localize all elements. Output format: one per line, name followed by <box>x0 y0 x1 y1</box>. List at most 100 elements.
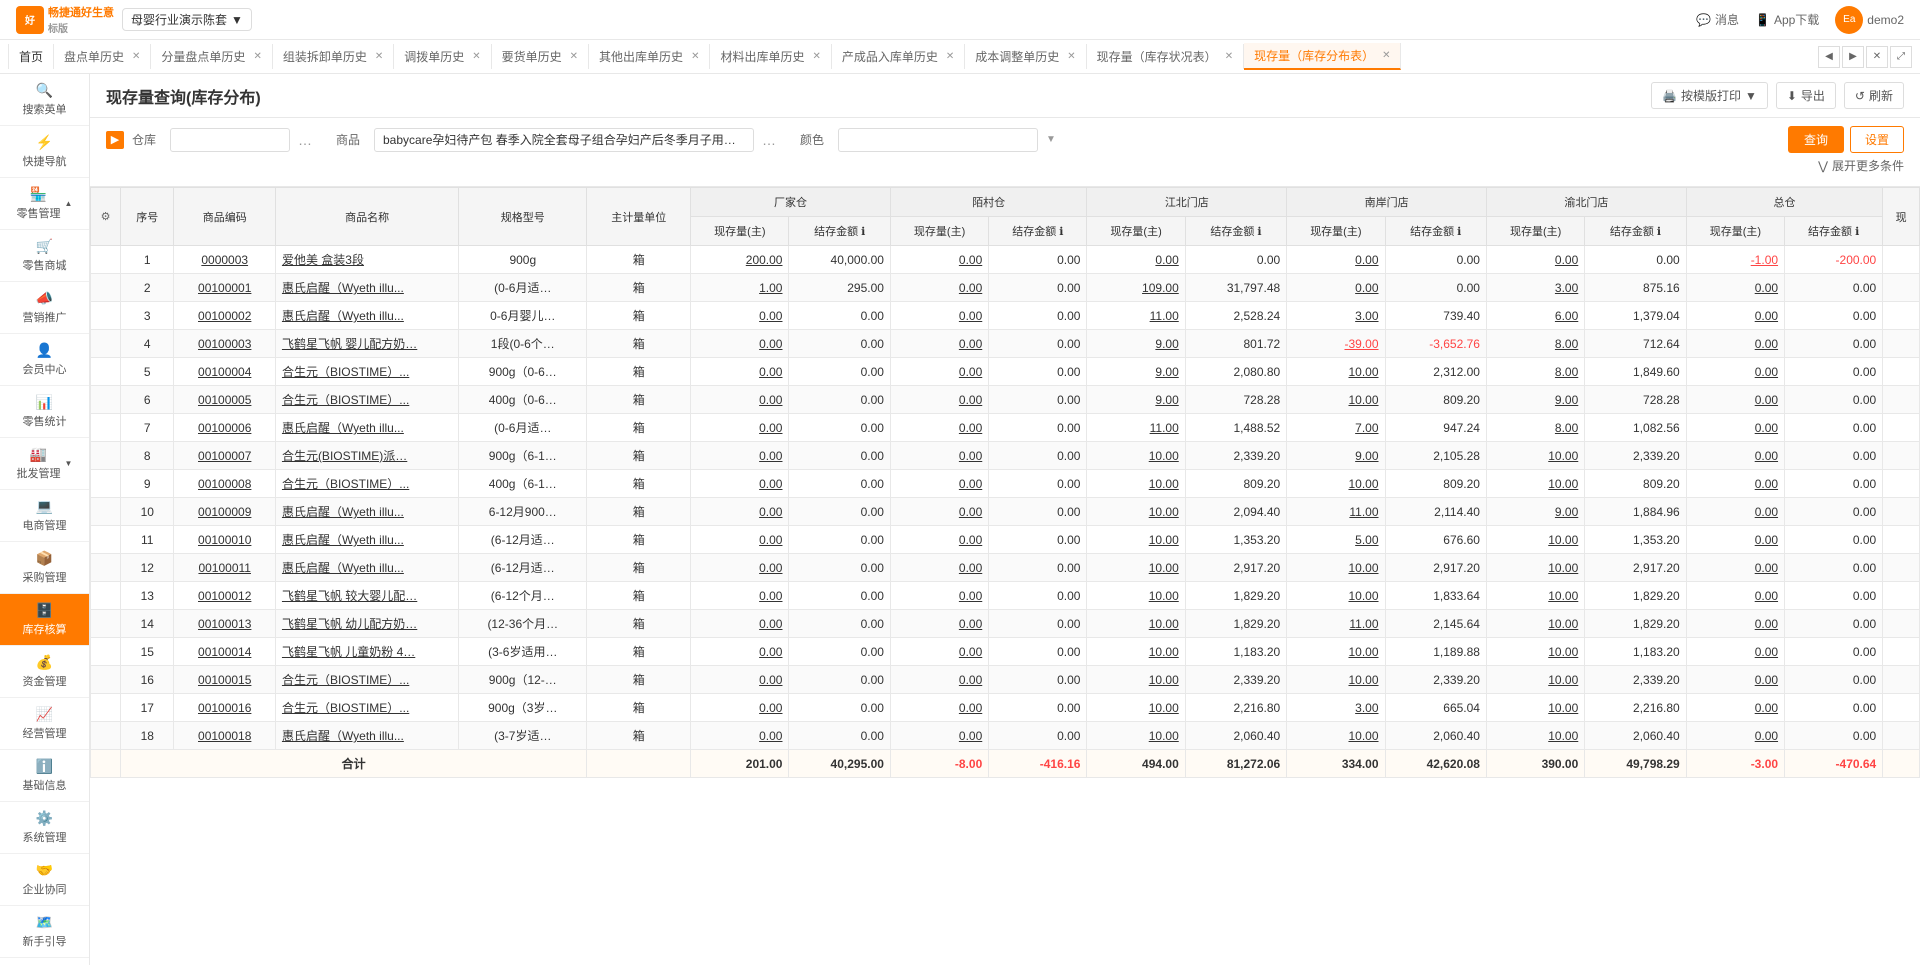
sidebar-item-quick-nav[interactable]: ⚡ 快捷导航 <box>0 126 89 178</box>
tab-cost-adjust[interactable]: 成本调整单历史 ✕ <box>965 44 1086 69</box>
sidebar-item-basics[interactable]: ℹ️ 基础信息 <box>0 750 89 802</box>
close-icon[interactable]: ✕ <box>1225 51 1233 62</box>
product-name[interactable]: 惠氏启醒（Wyeth illu... <box>275 274 458 302</box>
expand-conditions-btn[interactable]: ⋁ 展开更多条件 <box>1818 157 1904 174</box>
product-code[interactable]: 00100004 <box>174 358 275 386</box>
tab-other-out[interactable]: 其他出库单历史 ✕ <box>589 44 710 69</box>
product-code[interactable]: 00100006 <box>174 414 275 442</box>
col-gear[interactable]: ⚙ <box>91 188 121 246</box>
nav-close-btn[interactable]: ✕ <box>1866 46 1888 68</box>
sidebar-item-finance[interactable]: 💰 资金管理 <box>0 646 89 698</box>
color-dropdown-icon[interactable]: ▼ <box>1046 134 1056 145</box>
tab-product-in[interactable]: 产成品入库单历史 ✕ <box>832 44 965 69</box>
nav-next-btn[interactable]: ▶ <box>1842 46 1864 68</box>
nav-prev-btn[interactable]: ◀ <box>1818 46 1840 68</box>
product-code[interactable]: 00100001 <box>174 274 275 302</box>
product-code[interactable]: 00100012 <box>174 582 275 610</box>
product-name[interactable]: 惠氏启醒（Wyeth illu... <box>275 722 458 750</box>
messages-btn[interactable]: 💬 消息 <box>1696 11 1739 28</box>
sidebar-item-guide[interactable]: 🗺️ 新手引导 <box>0 906 89 958</box>
sidebar-item-marketing[interactable]: 📣 营销推广 <box>0 282 89 334</box>
product-name[interactable]: 合生元（BIOSTIME）... <box>275 666 458 694</box>
tab-stock-single[interactable]: 盘点单历史 ✕ <box>54 44 151 69</box>
expand-toggle[interactable]: ▶ <box>106 131 124 149</box>
tab-home[interactable]: 首页 <box>8 44 54 69</box>
tab-order-pick[interactable]: 要货单历史 ✕ <box>492 44 589 69</box>
product-name[interactable]: 爱他美 盒装3段 <box>275 246 458 274</box>
close-icon[interactable]: ✕ <box>472 51 480 62</box>
table-container[interactable]: ⚙ 序号 商品编码 商品名称 规格型号 主计量单位 厂家仓 陌村仓 江北门店 南… <box>90 187 1920 965</box>
close-icon[interactable]: ✕ <box>1382 50 1390 61</box>
color-input[interactable] <box>838 128 1038 152</box>
product-name[interactable]: 飞鹤星飞帆 幼儿配方奶… <box>275 610 458 638</box>
product-name[interactable]: 合生元（BIOSTIME）... <box>275 386 458 414</box>
sidebar-item-wholesale[interactable]: 🏭 批发管理 ▼ <box>0 438 89 490</box>
nav-expand-btn[interactable]: ⤢ <box>1890 46 1912 68</box>
product-code[interactable]: 00100007 <box>174 442 275 470</box>
sidebar-item-ecommerce[interactable]: 💻 电商管理 <box>0 490 89 542</box>
sidebar-item-system[interactable]: ⚙️ 系统管理 <box>0 802 89 854</box>
warehouse-input[interactable] <box>170 128 290 152</box>
product-name[interactable]: 合生元（BIOSTIME）... <box>275 694 458 722</box>
product-name[interactable]: 合生元(BIOSTIME)派… <box>275 442 458 470</box>
product-name[interactable]: 合生元（BIOSTIME）... <box>275 470 458 498</box>
product-code[interactable]: 00100014 <box>174 638 275 666</box>
product-name[interactable]: 飞鹤星飞帆 婴儿配方奶… <box>275 330 458 358</box>
close-icon[interactable]: ✕ <box>570 51 578 62</box>
product-name[interactable]: 惠氏启醒（Wyeth illu... <box>275 414 458 442</box>
print-btn[interactable]: 🖨️ 按模版打印 ▼ <box>1651 82 1768 109</box>
product-name[interactable]: 惠氏启醒（Wyeth illu... <box>275 526 458 554</box>
sidebar-item-enterprise[interactable]: 🤝 企业协同 <box>0 854 89 906</box>
user-avatar[interactable]: Ea demo2 <box>1835 6 1904 34</box>
gear-icon[interactable]: ⚙ <box>101 211 111 223</box>
sidebar-item-apps[interactable]: 📲 应用中心 <box>0 958 89 965</box>
product-code[interactable]: 00100010 <box>174 526 275 554</box>
sidebar-item-search[interactable]: 🔍 搜索英单 <box>0 74 89 126</box>
sidebar-item-purchase[interactable]: 📦 采购管理 <box>0 542 89 594</box>
product-name[interactable]: 飞鹤星飞帆 儿童奶粉 4… <box>275 638 458 666</box>
product-name[interactable]: 飞鹤星飞帆 较大婴儿配… <box>275 582 458 610</box>
sidebar-item-operations[interactable]: 📈 经营管理 <box>0 698 89 750</box>
warehouse-more-btn[interactable]: … <box>298 132 312 148</box>
tab-stock-status[interactable]: 现存量（库存状况表） ✕ <box>1087 44 1244 69</box>
refresh-btn[interactable]: ↺ 刷新 <box>1844 82 1904 109</box>
product-input[interactable] <box>374 128 754 152</box>
sidebar-item-retail-store[interactable]: 🛒 零售商城 <box>0 230 89 282</box>
export-btn[interactable]: ⬇ 导出 <box>1776 82 1836 109</box>
tab-stock-dist[interactable]: 现存量（库存分布表） ✕ <box>1244 43 1401 70</box>
industry-select[interactable]: 母婴行业演示陈套 ▼ <box>122 8 252 31</box>
product-code[interactable]: 00100005 <box>174 386 275 414</box>
settings-btn[interactable]: 设置 <box>1850 126 1904 153</box>
close-icon[interactable]: ✕ <box>946 51 954 62</box>
close-icon[interactable]: ✕ <box>1067 51 1075 62</box>
product-name[interactable]: 惠氏启醒（Wyeth illu... <box>275 498 458 526</box>
tab-sub-stock[interactable]: 分量盘点单历史 ✕ <box>151 44 272 69</box>
close-icon[interactable]: ✕ <box>375 51 383 62</box>
product-name[interactable]: 惠氏启醒（Wyeth illu... <box>275 554 458 582</box>
product-code[interactable]: 0000003 <box>174 246 275 274</box>
product-name[interactable]: 惠氏启醒（Wyeth illu... <box>275 302 458 330</box>
product-code[interactable]: 00100003 <box>174 330 275 358</box>
product-code[interactable]: 00100018 <box>174 722 275 750</box>
product-code[interactable]: 00100009 <box>174 498 275 526</box>
sidebar-item-retail-stats[interactable]: 📊 零售统计 <box>0 386 89 438</box>
product-name[interactable]: 合生元（BIOSTIME）... <box>275 358 458 386</box>
close-icon[interactable]: ✕ <box>691 51 699 62</box>
product-code[interactable]: 00100002 <box>174 302 275 330</box>
tab-transfer[interactable]: 调拨单历史 ✕ <box>394 44 491 69</box>
tab-combo[interactable]: 组装拆卸单历史 ✕ <box>273 44 394 69</box>
close-icon[interactable]: ✕ <box>253 51 261 62</box>
sidebar-item-retail-mgmt[interactable]: 🏪 零售管理 ▲ <box>0 178 89 230</box>
product-code[interactable]: 00100016 <box>174 694 275 722</box>
tab-material-out[interactable]: 材料出库单历史 ✕ <box>710 44 831 69</box>
product-code[interactable]: 00100013 <box>174 610 275 638</box>
query-btn[interactable]: 查询 <box>1788 126 1844 153</box>
product-code[interactable]: 00100008 <box>174 470 275 498</box>
app-download-btn[interactable]: 📱 App下载 <box>1755 11 1819 28</box>
product-more-btn[interactable]: … <box>762 132 776 148</box>
close-icon[interactable]: ✕ <box>132 51 140 62</box>
sidebar-item-member[interactable]: 👤 会员中心 <box>0 334 89 386</box>
close-icon[interactable]: ✕ <box>812 51 820 62</box>
product-code[interactable]: 00100015 <box>174 666 275 694</box>
sidebar-item-inventory[interactable]: 🗄️ 库存核算 <box>0 594 89 646</box>
